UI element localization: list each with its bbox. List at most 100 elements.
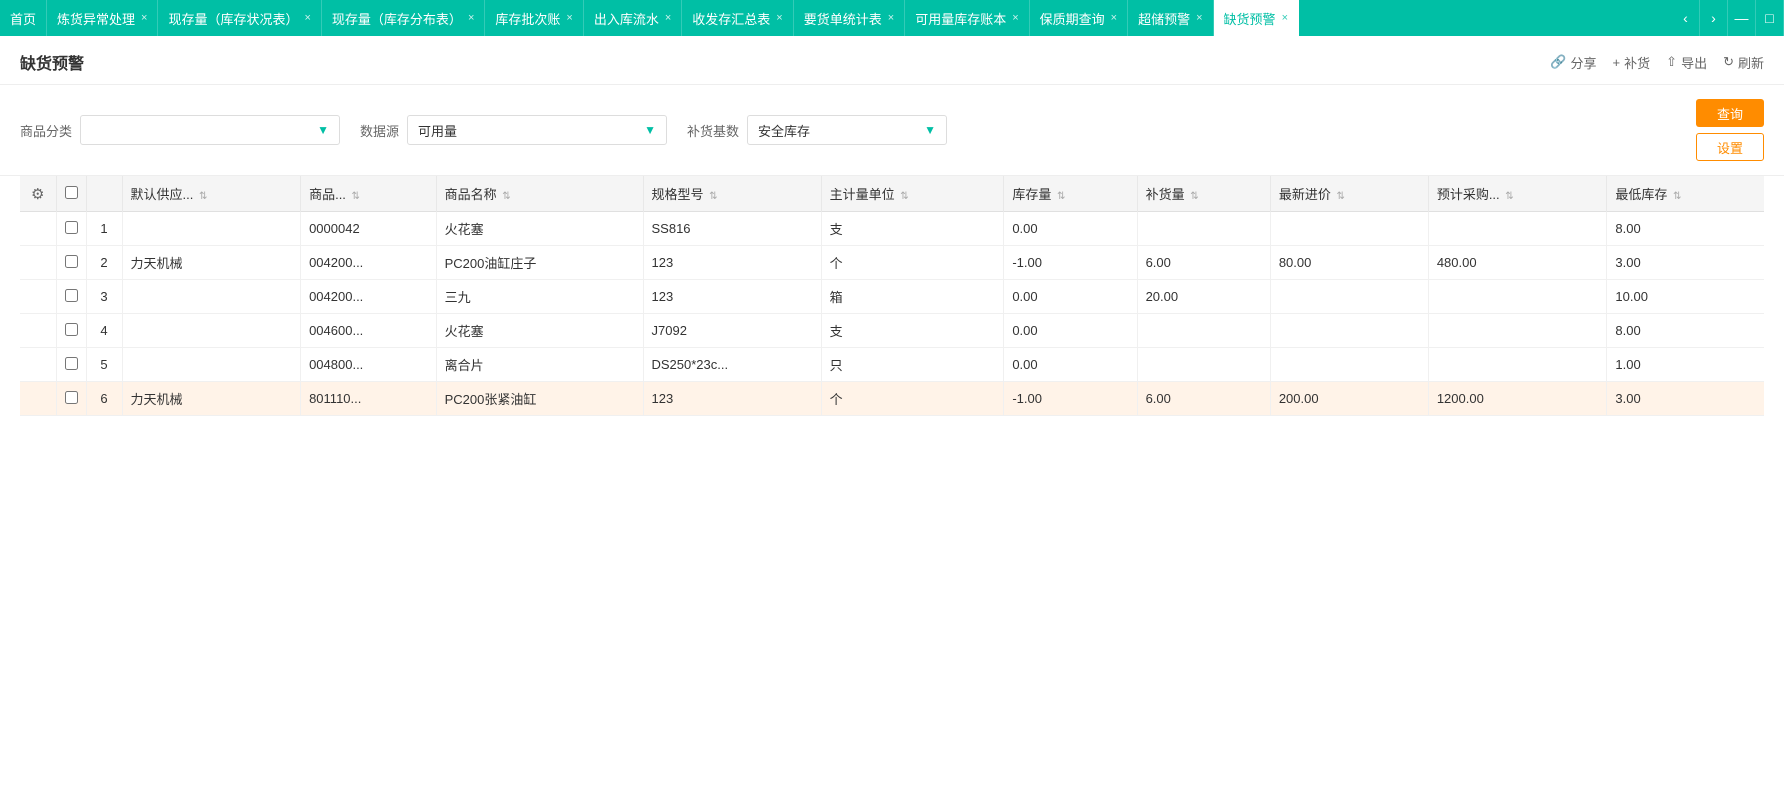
export-button[interactable]: ⇧ 导出 bbox=[1666, 53, 1707, 72]
row-unit: 个 bbox=[821, 246, 1004, 280]
refresh-button[interactable]: ↻ 刷新 bbox=[1723, 53, 1764, 72]
nav-tab-yaohuo[interactable]: 要货单统计表 × bbox=[794, 0, 905, 36]
nav-tab-keyongliang[interactable]: 可用量库存账本 × bbox=[905, 0, 1029, 36]
column-header-replenish[interactable]: 补货量 ⇅ bbox=[1137, 176, 1270, 212]
nav-tab-shoufacun[interactable]: 收发存汇总表 × bbox=[682, 0, 793, 36]
close-icon[interactable]: × bbox=[1196, 12, 1202, 24]
row-spec: SS816 bbox=[643, 212, 821, 246]
row-replenish bbox=[1137, 348, 1270, 382]
row-checkbox-cell[interactable] bbox=[56, 314, 86, 348]
nav-left-arrow[interactable]: ‹ bbox=[1672, 0, 1700, 36]
row-replenish bbox=[1137, 314, 1270, 348]
row-min-stock: 8.00 bbox=[1607, 314, 1764, 348]
share-button[interactable]: 🔗 分享 bbox=[1550, 53, 1596, 72]
row-checkbox[interactable] bbox=[65, 221, 78, 234]
nav-right-arrow[interactable]: › bbox=[1700, 0, 1728, 36]
row-name: 离合片 bbox=[436, 348, 643, 382]
replenish-label: 补货基数 bbox=[687, 121, 739, 140]
datasource-dropdown-icon: ▼ bbox=[644, 123, 656, 137]
nav-tab-kucun[interactable]: 库存批次账 × bbox=[485, 0, 583, 36]
replenish-button[interactable]: + 补货 bbox=[1613, 53, 1651, 72]
close-icon[interactable]: × bbox=[776, 12, 782, 24]
row-checkbox[interactable] bbox=[65, 289, 78, 302]
column-header-name[interactable]: 商品名称 ⇅ bbox=[436, 176, 643, 212]
header-actions: 🔗 分享 + 补货 ⇧ 导出 ↻ 刷新 bbox=[1550, 53, 1764, 72]
table-row: 1 0000042 火花塞 SS816 支 0.00 8.00 bbox=[20, 212, 1764, 246]
row-min-stock: 1.00 bbox=[1607, 348, 1764, 382]
nav-tab-lianghuo[interactable]: 炼货异常处理 × bbox=[47, 0, 158, 36]
column-header-gear[interactable]: ⚙ bbox=[20, 176, 56, 212]
row-latest-price bbox=[1270, 212, 1428, 246]
table-row: 2 力天机械 004200... PC200油缸庄子 123 个 -1.00 6… bbox=[20, 246, 1764, 280]
row-min-stock: 3.00 bbox=[1607, 246, 1764, 280]
datasource-select[interactable]: 可用量 ▼ bbox=[407, 115, 667, 145]
query-button[interactable]: 查询 bbox=[1696, 99, 1764, 127]
row-checkbox-cell[interactable] bbox=[56, 246, 86, 280]
close-icon[interactable]: × bbox=[1111, 12, 1117, 24]
row-spec: 123 bbox=[643, 280, 821, 314]
table-header-row: ⚙ 默认供应... ⇅ 商品... ⇅ 商品名称 bbox=[20, 176, 1764, 212]
row-checkbox[interactable] bbox=[65, 323, 78, 336]
row-estimated: 1200.00 bbox=[1428, 382, 1607, 416]
sort-icon: ⇅ bbox=[1505, 191, 1513, 202]
column-header-min-stock[interactable]: 最低库存 ⇅ bbox=[1607, 176, 1764, 212]
column-header-supplier[interactable]: 默认供应... ⇅ bbox=[122, 176, 301, 212]
row-estimated bbox=[1428, 314, 1607, 348]
row-unit: 支 bbox=[821, 314, 1004, 348]
close-icon[interactable]: × bbox=[141, 12, 147, 24]
close-icon[interactable]: × bbox=[1012, 12, 1018, 24]
replenish-select[interactable]: 安全库存 ▼ bbox=[747, 115, 947, 145]
nav-tab-baozhi[interactable]: 保质期查询 × bbox=[1030, 0, 1128, 36]
column-header-checkbox bbox=[56, 176, 86, 212]
column-header-stock[interactable]: 库存量 ⇅ bbox=[1004, 176, 1137, 212]
close-icon[interactable]: × bbox=[665, 12, 671, 24]
row-replenish: 6.00 bbox=[1137, 246, 1270, 280]
nav-tab-churuku[interactable]: 出入库流水 × bbox=[584, 0, 682, 36]
table-row: 3 004200... 三九 123 箱 0.00 20.00 10.00 bbox=[20, 280, 1764, 314]
close-icon[interactable]: × bbox=[468, 12, 474, 24]
row-supplier bbox=[122, 314, 301, 348]
row-checkbox[interactable] bbox=[65, 255, 78, 268]
settings-button[interactable]: 设置 bbox=[1696, 133, 1764, 161]
datasource-filter-group: 数据源 可用量 ▼ bbox=[360, 115, 667, 145]
row-checkbox-cell[interactable] bbox=[56, 280, 86, 314]
row-estimated bbox=[1428, 280, 1607, 314]
row-gear-cell bbox=[20, 382, 56, 416]
close-icon[interactable]: × bbox=[888, 12, 894, 24]
row-checkbox-cell[interactable] bbox=[56, 212, 86, 246]
row-name: 火花塞 bbox=[436, 212, 643, 246]
row-min-stock: 10.00 bbox=[1607, 280, 1764, 314]
minimize-button[interactable]: — bbox=[1728, 0, 1756, 36]
select-all-checkbox[interactable] bbox=[65, 186, 78, 199]
column-header-estimated[interactable]: 预计采购... ⇅ bbox=[1428, 176, 1607, 212]
nav-tab-quehuo[interactable]: 缺货预警 × bbox=[1214, 0, 1299, 36]
nav-tab-xiancunliang1[interactable]: 现存量（库存状况表） × bbox=[158, 0, 321, 36]
nav-tab-xiancunliang2[interactable]: 现存量（库存分布表） × bbox=[322, 0, 485, 36]
column-header-unit[interactable]: 主计量单位 ⇅ bbox=[821, 176, 1004, 212]
close-icon[interactable]: × bbox=[1282, 12, 1288, 24]
table-body: 1 0000042 火花塞 SS816 支 0.00 8.00 2 力天机械 0… bbox=[20, 212, 1764, 416]
category-filter-group: 商品分类 ▼ bbox=[20, 115, 340, 145]
category-select[interactable]: ▼ bbox=[80, 115, 340, 145]
row-stock: -1.00 bbox=[1004, 382, 1137, 416]
sort-icon: ⇅ bbox=[900, 191, 908, 202]
top-navigation: 首页 炼货异常处理 × 现存量（库存状况表） × 现存量（库存分布表） × 库存… bbox=[0, 0, 1784, 36]
column-header-code[interactable]: 商品... ⇅ bbox=[301, 176, 437, 212]
row-checkbox[interactable] bbox=[65, 357, 78, 370]
row-checkbox[interactable] bbox=[65, 391, 78, 404]
nav-tab-home[interactable]: 首页 bbox=[0, 0, 47, 36]
maximize-button[interactable]: □ bbox=[1756, 0, 1784, 36]
row-checkbox-cell[interactable] bbox=[56, 348, 86, 382]
sort-icon: ⇅ bbox=[709, 191, 717, 202]
close-icon[interactable]: × bbox=[304, 12, 310, 24]
row-checkbox-cell[interactable] bbox=[56, 382, 86, 416]
row-replenish bbox=[1137, 212, 1270, 246]
column-header-spec[interactable]: 规格型号 ⇅ bbox=[643, 176, 821, 212]
column-header-latest-price[interactable]: 最新进价 ⇅ bbox=[1270, 176, 1428, 212]
export-icon: ⇧ bbox=[1666, 54, 1677, 70]
row-supplier: 力天机械 bbox=[122, 246, 301, 280]
nav-tab-chaochujing[interactable]: 超储预警 × bbox=[1128, 0, 1213, 36]
row-estimated bbox=[1428, 348, 1607, 382]
gear-icon[interactable]: ⚙ bbox=[31, 186, 44, 203]
close-icon[interactable]: × bbox=[566, 12, 572, 24]
